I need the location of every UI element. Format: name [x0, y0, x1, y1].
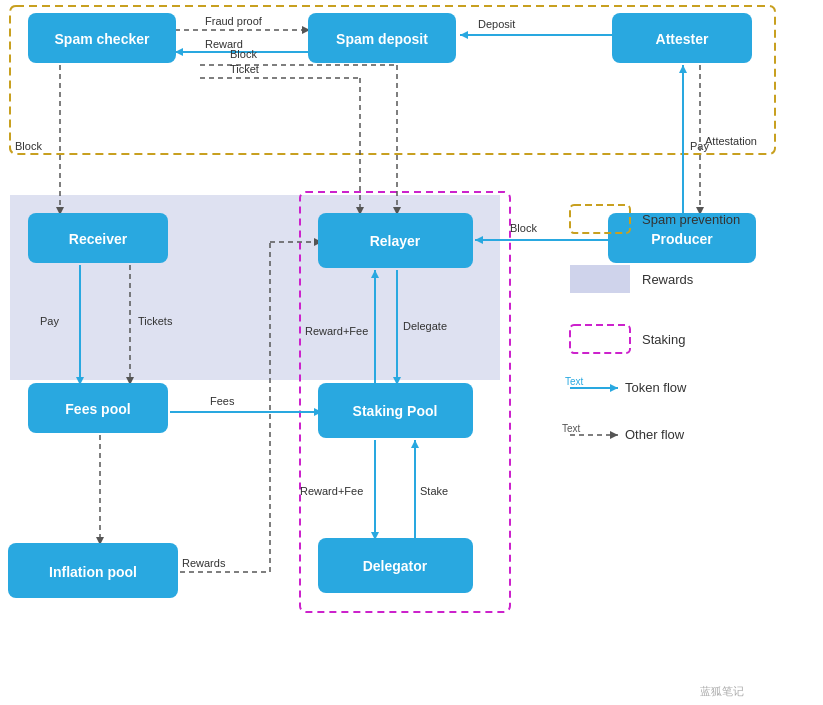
label-tickets: Tickets	[138, 315, 173, 327]
staking-pool-label: Staking Pool	[353, 403, 438, 419]
label-fees: Fees	[210, 395, 235, 407]
legend-rewards-box	[570, 265, 630, 293]
label-deposit: Deposit	[478, 18, 515, 30]
legend-token-flow: Text Token flow	[565, 376, 687, 395]
legend-token-flow-label: Token flow	[625, 380, 687, 395]
legend-staking-box	[570, 325, 630, 353]
legend-spam-label: Spam prevention	[642, 212, 740, 227]
spam-deposit-label: Spam deposit	[336, 31, 428, 47]
arrow-stake-head	[411, 440, 419, 448]
svg-text:Text: Text	[565, 376, 584, 387]
legend-staking-label: Staking	[642, 332, 685, 347]
arrow-pay-head	[679, 65, 687, 73]
label-reward-fee2: Reward+Fee	[300, 485, 363, 497]
label-block-left2: Block	[15, 140, 42, 152]
label-stake: Stake	[420, 485, 448, 497]
label-reward-fee: Reward+Fee	[305, 325, 368, 337]
producer-label: Producer	[651, 231, 713, 247]
legend-other-flow: Text Other flow	[562, 423, 685, 442]
label-fraud-proof: Fraud proof	[205, 15, 263, 27]
diagram-container: Fraud proof Reward Deposit Block Block T…	[0, 0, 823, 705]
receiver-label: Receiver	[69, 231, 128, 247]
fees-pool-label: Fees pool	[65, 401, 130, 417]
relayer-label: Relayer	[370, 233, 421, 249]
label-attestation: Attestation	[705, 135, 757, 147]
legend-other-label: Other flow	[625, 427, 685, 442]
label-ticket: Ticket	[230, 63, 259, 75]
arrow-deposit-head	[460, 31, 468, 39]
label-block-mid: Block	[230, 48, 257, 60]
label-pay-receiver: Pay	[40, 315, 59, 327]
legend-rewards-label: Rewards	[642, 272, 694, 287]
attester-label: Attester	[656, 31, 709, 47]
label-rewards: Rewards	[182, 557, 226, 569]
label-delegate: Delegate	[403, 320, 447, 332]
label-block-producer: Block	[510, 222, 537, 234]
svg-marker-24	[610, 384, 618, 392]
watermark: 蓝狐笔记	[700, 685, 744, 697]
arrow-reward-head	[175, 48, 183, 56]
delegator-label: Delegator	[363, 558, 428, 574]
inflation-pool-label: Inflation pool	[49, 564, 137, 580]
svg-text:Text: Text	[562, 423, 581, 434]
svg-marker-27	[610, 431, 618, 439]
spam-checker-label: Spam checker	[55, 31, 150, 47]
